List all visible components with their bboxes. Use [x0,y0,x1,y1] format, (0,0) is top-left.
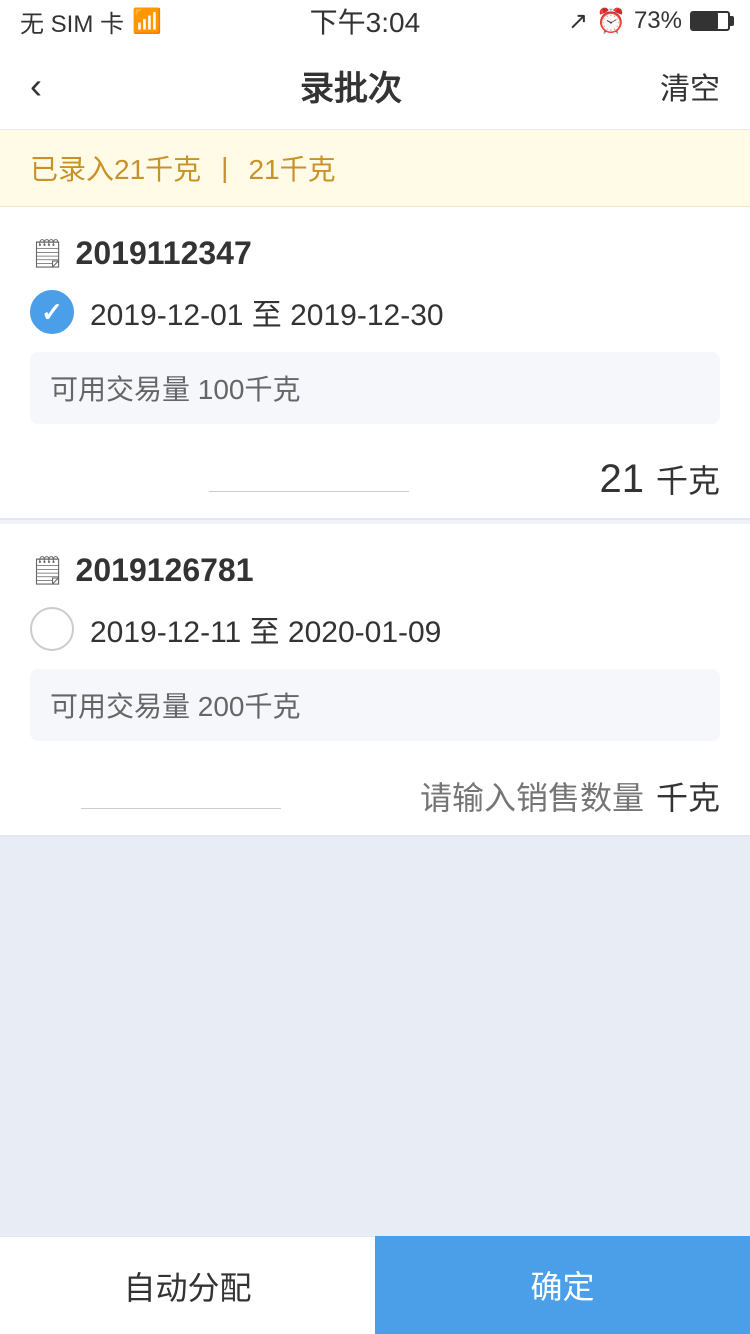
info-banner: 已录入21千克 | 21千克 [0,130,750,207]
batch2-avail: 可用交易量 200千克 [30,669,720,741]
batch2-icon: 🗒 [30,554,66,587]
status-bar-left: 无 SIM 卡 📶 [20,4,162,39]
batch2-unit: 千克 [656,773,720,819]
info-divider: | [221,152,228,184]
status-bar-right: ↗ ⏰ 73% [568,7,730,36]
batch1-amount-row: 21 千克 [0,440,750,520]
total-amount: 21千克 [248,148,335,188]
batch2-date: 2019-12-11 至 2020-01-09 [90,607,441,651]
location-icon: ↗ [568,7,588,36]
back-button[interactable]: ‹ [30,65,42,107]
batch1-icon: 🗒 [30,237,66,270]
status-bar-time: 下午3:04 [310,1,421,41]
batch1-date: 2019-12-01 至 2019-12-30 [90,290,444,334]
carrier-text: 无 SIM 卡 [20,4,124,39]
batch2-header: 🗒 2019126781 [0,524,750,599]
empty-area [0,837,750,1237]
batch1-date-row[interactable]: 2019-12-01 至 2019-12-30 [0,282,750,342]
batch-card-1: 🗒 2019112347 2019-12-01 至 2019-12-30 可用交… [0,207,750,520]
clear-button[interactable]: 清空 [660,64,720,108]
batch1-id: 2019112347 [76,235,252,272]
batch2-input-row[interactable]: 千克 [0,757,750,837]
batch2-date-row[interactable]: 2019-12-11 至 2020-01-09 [0,599,750,659]
batch1-radio[interactable] [30,290,74,334]
confirm-button[interactable]: 确定 [375,1236,750,1334]
battery-percent: 73% [634,7,682,35]
status-bar: 无 SIM 卡 📶 下午3:04 ↗ ⏰ 73% [0,0,750,42]
batch1-header: 🗒 2019112347 [0,207,750,282]
batch-card-2: 🗒 2019126781 2019-12-11 至 2020-01-09 可用交… [0,524,750,837]
wifi-icon: 📶 [132,7,162,36]
battery-icon [690,11,730,31]
batch2-avail-text: 可用交易量 200千克 [50,691,301,722]
batch1-avail-text: 可用交易量 100千克 [50,374,301,405]
entered-amount: 已录入21千克 [30,148,201,188]
page-title: 录批次 [300,61,402,110]
batch2-id: 2019126781 [76,552,254,589]
batch2-radio[interactable] [30,607,74,651]
auto-distribute-button[interactable]: 自动分配 [0,1236,375,1334]
bottom-bar: 自动分配 确定 [0,1236,750,1334]
batch1-unit: 千克 [656,456,720,502]
nav-bar: ‹ 录批次 清空 [0,42,750,130]
batch1-avail: 可用交易量 100千克 [30,352,720,424]
batch1-amount: 21 [599,457,644,502]
sales-quantity-input[interactable] [344,780,644,817]
alarm-icon: ⏰ [596,7,626,36]
